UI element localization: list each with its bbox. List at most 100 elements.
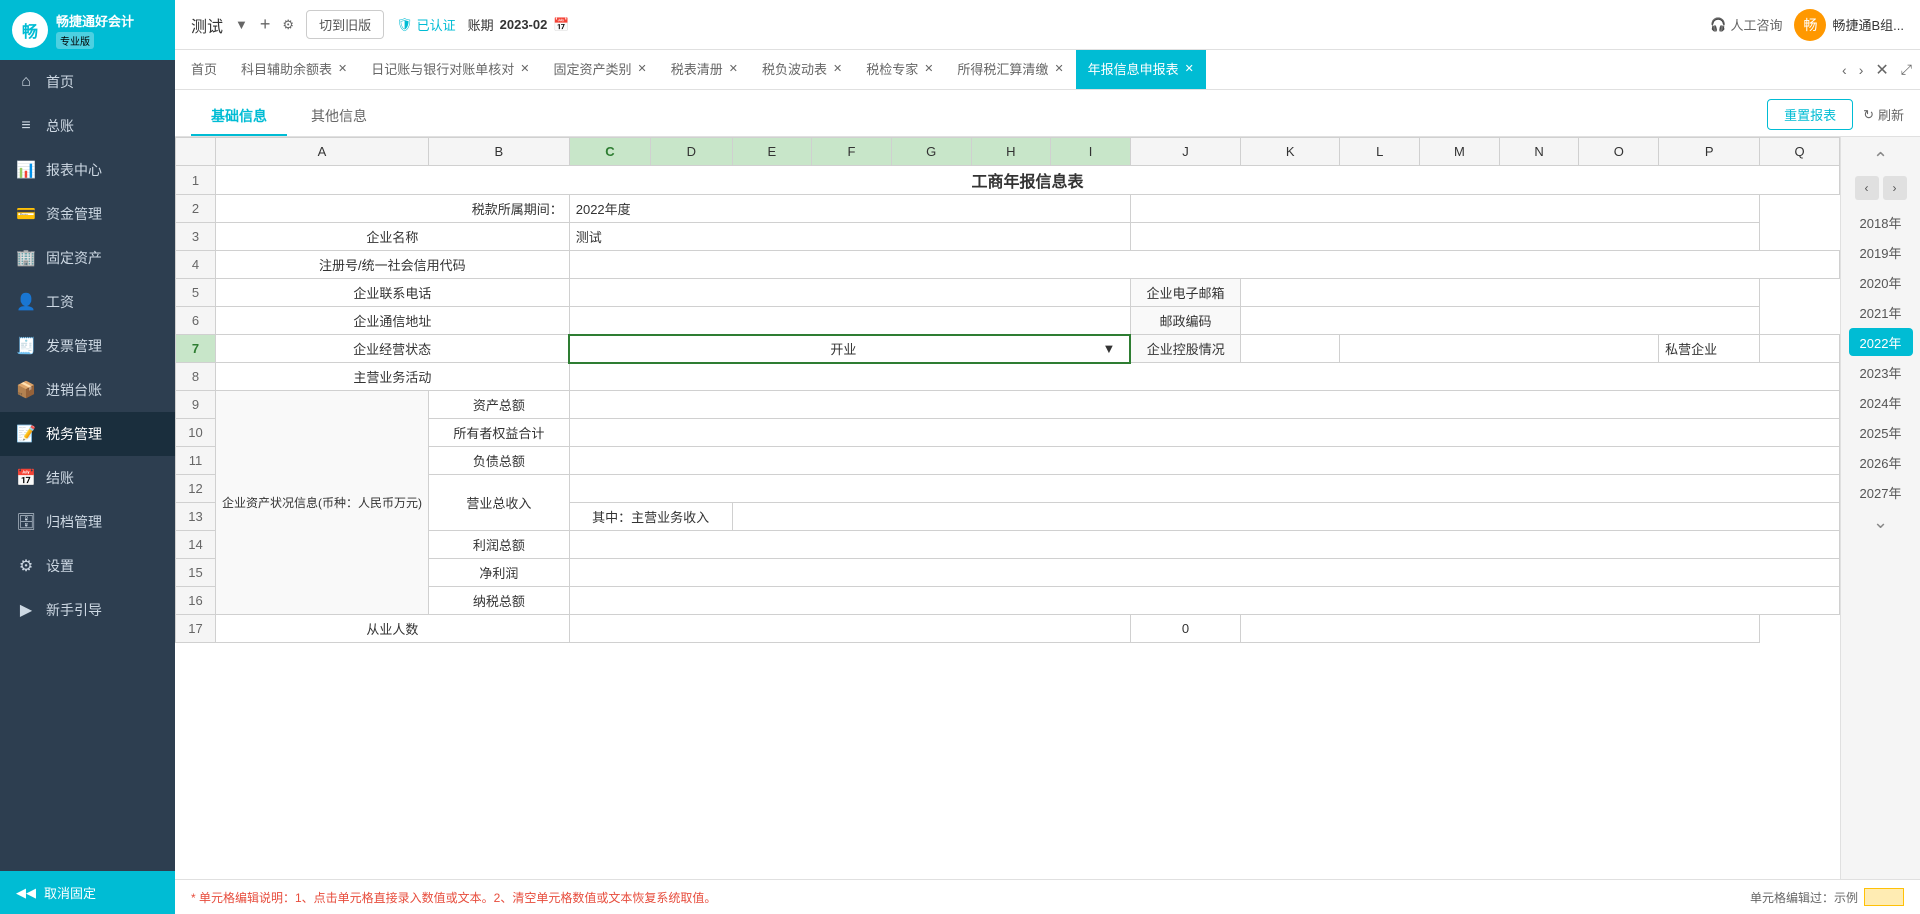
tab-prev-button[interactable]: ‹ (1838, 56, 1851, 84)
year-item-2027[interactable]: 2027年 (1849, 478, 1913, 506)
cell-2-a[interactable]: 税款所属期间： (216, 195, 570, 223)
col-header-j[interactable]: J (1130, 138, 1240, 166)
year-item-2018[interactable]: 2018年 (1849, 208, 1913, 236)
year-item-2022[interactable]: 2022年 (1849, 328, 1913, 356)
col-header-m[interactable]: M (1420, 138, 1500, 166)
cell-7-p-value[interactable]: 私营企业 (1659, 335, 1760, 363)
tab-tax-wave[interactable]: 税负波动表 ✕ (750, 50, 854, 90)
sub-tab-other[interactable]: 其他信息 (291, 98, 387, 136)
sidebar-item-guide[interactable]: ▶ 新手引导 (0, 588, 175, 632)
sidebar-item-ledger[interactable]: ≡ 总账 (0, 104, 175, 148)
year-nav-right-button[interactable]: › (1883, 176, 1907, 200)
sidebar-pin-toggle[interactable]: ◀◀ 取消固定 (0, 871, 175, 914)
tab-next-button[interactable]: › (1855, 56, 1868, 84)
cell-6-k-value[interactable] (1241, 307, 1760, 335)
year-item-2020[interactable]: 2020年 (1849, 268, 1913, 296)
topbar-add-button[interactable]: + (260, 14, 271, 35)
cell-17-j[interactable]: 0 (1130, 615, 1240, 643)
cell-11-value[interactable] (569, 447, 1839, 475)
year-scroll-up-button[interactable]: ⌃ (1869, 145, 1892, 174)
year-item-2026[interactable]: 2026年 (1849, 448, 1913, 476)
cell-7-value[interactable]: 开业 ▼ (569, 335, 1130, 363)
sheet-title[interactable]: 工商年报信息表 (216, 166, 1840, 195)
col-header-l[interactable]: L (1340, 138, 1420, 166)
col-header-h[interactable]: H (971, 138, 1051, 166)
cell-10-value[interactable] (569, 419, 1839, 447)
tab-expand-button[interactable]: ⤢ (1897, 56, 1916, 84)
cell-4-value[interactable] (569, 251, 1839, 279)
cell-12-value[interactable] (569, 475, 1839, 503)
sidebar-item-reports[interactable]: 📊 报表中心 (0, 148, 175, 192)
tab-close-aux-balance[interactable]: ✕ (338, 62, 347, 75)
calendar-icon[interactable]: 📅 (553, 17, 569, 33)
tab-close-annual-report[interactable]: ✕ (1185, 62, 1194, 75)
sidebar-item-payroll[interactable]: 👤 工资 (0, 280, 175, 324)
topbar-settings-icon[interactable]: ⚙ (282, 17, 294, 33)
col-header-b[interactable]: B (429, 138, 570, 166)
sidebar-item-archive[interactable]: 🗄 归档管理 (0, 500, 175, 544)
cell-3-value[interactable]: 测试 (569, 223, 1130, 251)
tab-tax-check[interactable]: 税检专家 ✕ (854, 50, 945, 90)
tab-journal[interactable]: 日记账与银行对账单核对 ✕ (359, 50, 541, 90)
sidebar-item-settings[interactable]: ⚙ 设置 (0, 544, 175, 588)
col-header-g[interactable]: G (891, 138, 971, 166)
year-nav-left-button[interactable]: ‹ (1855, 176, 1879, 200)
tab-fixed-asset[interactable]: 固定资产类别 ✕ (541, 50, 658, 90)
cell-17-value[interactable] (569, 615, 1130, 643)
cell-6-value[interactable] (569, 307, 1130, 335)
cell-9-value[interactable] (569, 391, 1839, 419)
tab-close-income-tax[interactable]: ✕ (1054, 62, 1063, 75)
spreadsheet-container[interactable]: A B C D E F G H I J (175, 137, 1840, 879)
topbar-old-version-button[interactable]: 切到旧版 (306, 10, 384, 39)
cell-2-b[interactable]: 2022年度 (569, 195, 1130, 223)
cell-16-value[interactable] (569, 587, 1839, 615)
topbar-user[interactable]: 畅 畅捷通B组... (1794, 9, 1904, 41)
col-header-c[interactable]: C (569, 138, 650, 166)
sidebar-item-funds[interactable]: 💳 资金管理 (0, 192, 175, 236)
col-header-k[interactable]: K (1241, 138, 1340, 166)
sidebar-item-stock[interactable]: 📦 进销台账 (0, 368, 175, 412)
topbar-support-button[interactable]: 🎧 人工咨询 (1710, 15, 1782, 34)
tab-annual-report[interactable]: 年报信息申报表 ✕ (1076, 50, 1206, 90)
refresh-button[interactable]: ↻ 刷新 (1863, 105, 1904, 124)
cell-5-value[interactable] (569, 279, 1130, 307)
sidebar-item-tax[interactable]: 📝 税务管理 (0, 412, 175, 456)
year-scroll-down-button[interactable]: ⌄ (1869, 508, 1892, 537)
cell-8-value[interactable] (569, 363, 1839, 391)
cell-15-value[interactable] (569, 559, 1839, 587)
cell-5-k-value[interactable] (1241, 279, 1760, 307)
year-item-2019[interactable]: 2019年 (1849, 238, 1913, 266)
col-header-e[interactable]: E (732, 138, 812, 166)
year-item-2025[interactable]: 2025年 (1849, 418, 1913, 446)
sidebar-item-invoices[interactable]: 🧾 发票管理 (0, 324, 175, 368)
cell-14-value[interactable] (569, 531, 1839, 559)
tab-home[interactable]: 首页 (179, 50, 229, 90)
col-header-o[interactable]: O (1579, 138, 1659, 166)
tab-close-tax-check[interactable]: ✕ (924, 62, 933, 75)
tab-income-tax[interactable]: 所得税汇算清缴 ✕ (945, 50, 1075, 90)
tab-close-tax-wave[interactable]: ✕ (833, 62, 842, 75)
col-header-d[interactable]: D (651, 138, 732, 166)
tab-close-tax-clear[interactable]: ✕ (729, 62, 738, 75)
cell-13-value[interactable] (732, 503, 1839, 531)
year-item-2023[interactable]: 2023年 (1849, 358, 1913, 386)
tab-close-all-button[interactable]: ✕ (1871, 56, 1892, 84)
col-header-f[interactable]: F (812, 138, 892, 166)
year-item-2021[interactable]: 2021年 (1849, 298, 1913, 326)
col-header-p[interactable]: P (1659, 138, 1760, 166)
col-header-q[interactable]: Q (1760, 138, 1840, 166)
year-item-2024[interactable]: 2024年 (1849, 388, 1913, 416)
tab-aux-balance[interactable]: 科目辅助余额表 ✕ (229, 50, 359, 90)
tab-close-journal[interactable]: ✕ (520, 62, 529, 75)
topbar-dropdown-icon[interactable]: ▼ (235, 17, 248, 32)
reset-report-button[interactable]: 重置报表 (1767, 99, 1853, 130)
cell-7-k-value[interactable] (1241, 335, 1340, 363)
sidebar-item-home[interactable]: ⌂ 首页 (0, 60, 175, 104)
tab-tax-clear[interactable]: 税表清册 ✕ (659, 50, 750, 90)
tab-close-fixed-asset[interactable]: ✕ (638, 62, 647, 75)
col-header-i[interactable]: I (1051, 138, 1131, 166)
sidebar-item-close[interactable]: 📅 结账 (0, 456, 175, 500)
col-header-a[interactable]: A (216, 138, 429, 166)
sidebar-item-assets[interactable]: 🏢 固定资产 (0, 236, 175, 280)
sub-tab-basic[interactable]: 基础信息 (191, 98, 287, 136)
